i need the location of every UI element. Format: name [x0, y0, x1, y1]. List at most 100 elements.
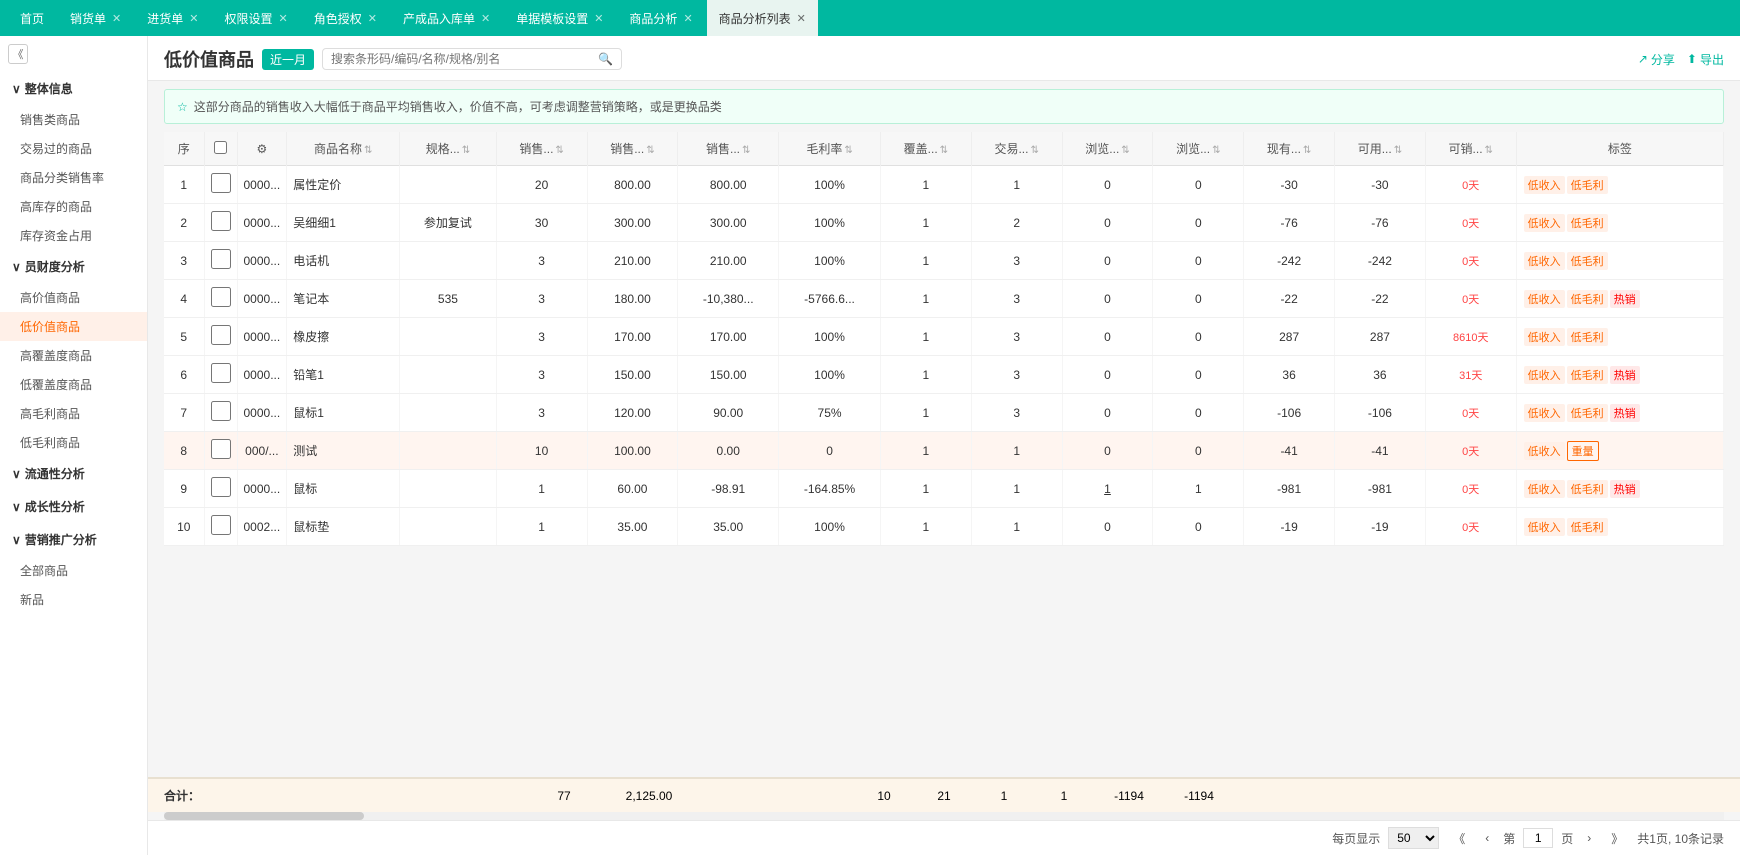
nav-close-permissions[interactable]: ✕ — [279, 12, 288, 25]
cell-checkbox[interactable] — [204, 394, 237, 432]
cell-browse2: 0 — [1153, 432, 1244, 470]
cell-checkbox[interactable] — [204, 432, 237, 470]
page-header: 低价值商品 近一月 🔍 ↗ 分享 ⬆ 导出 — [148, 36, 1740, 81]
col-gross-margin[interactable]: 毛利率⇅ — [779, 132, 881, 166]
cell-coverage: 1 — [880, 166, 971, 204]
cell-col2: 210.00 — [587, 242, 678, 280]
cell-gross: 75% — [779, 394, 881, 432]
cell-browse1[interactable]: 0 — [1062, 242, 1153, 280]
next-page-btn[interactable]: › — [1581, 829, 1597, 847]
nav-production[interactable]: 产成品入库单 ✕ — [391, 0, 502, 36]
cell-browse1[interactable]: 0 — [1062, 318, 1153, 356]
sidebar-item-high-value[interactable]: 高价值商品 — [0, 283, 147, 312]
col-available[interactable]: 可用...⇅ — [1335, 132, 1426, 166]
first-page-btn[interactable]: 《 — [1447, 828, 1471, 849]
col-current[interactable]: 现有...⇅ — [1244, 132, 1335, 166]
sidebar-group-circulation[interactable]: ∨ 流通性分析 — [0, 457, 147, 490]
settings-icon[interactable]: ⚙ — [256, 142, 267, 156]
sidebar-item-inventory-capital[interactable]: 库存资金占用 — [0, 221, 147, 250]
total-info: 共1页, 10条记录 — [1637, 830, 1724, 847]
time-tag-btn[interactable]: 近一月 — [262, 49, 314, 70]
total-values: 77 2,125.00 10 21 1 1 -1194 -1194 — [244, 789, 1724, 803]
sidebar-item-category-sales-rate[interactable]: 商品分类销售率 — [0, 163, 147, 192]
nav-close-analysis-list[interactable]: ✕ — [797, 12, 806, 25]
select-all-checkbox[interactable] — [214, 141, 227, 154]
search-input[interactable] — [331, 52, 594, 66]
nav-close-role[interactable]: ✕ — [368, 12, 377, 25]
col-browse2[interactable]: 浏览...⇅ — [1153, 132, 1244, 166]
nav-purchase-order[interactable]: 进货单 ✕ — [135, 0, 210, 36]
sidebar-item-low-coverage[interactable]: 低覆盖度商品 — [0, 370, 147, 399]
col-spec[interactable]: 规格...⇅ — [400, 132, 497, 166]
sidebar-item-high-margin[interactable]: 高毛利商品 — [0, 399, 147, 428]
prev-page-btn[interactable]: ‹ — [1479, 829, 1495, 847]
sidebar-item-high-coverage[interactable]: 高覆盖度商品 — [0, 341, 147, 370]
horizontal-scrollbar[interactable] — [164, 812, 1724, 820]
col-browse1[interactable]: 浏览...⇅ — [1062, 132, 1153, 166]
tag-label: 低收入 — [1524, 518, 1565, 536]
cell-browse1[interactable]: 0 — [1062, 508, 1153, 546]
nav-role-auth[interactable]: 角色授权 ✕ — [302, 0, 389, 36]
sidebar-item-all-products[interactable]: 全部商品 — [0, 556, 147, 585]
export-btn[interactable]: ⬆ 导出 — [1687, 51, 1724, 68]
col-checkbox[interactable] — [204, 132, 237, 166]
cell-checkbox[interactable] — [204, 166, 237, 204]
sidebar-item-sales-products[interactable]: 销售类商品 — [0, 105, 147, 134]
cell-trade: 3 — [971, 318, 1062, 356]
cell-coverage: 1 — [880, 242, 971, 280]
sidebar-group-marketing[interactable]: ∨ 营销推广分析 — [0, 523, 147, 556]
sidebar-item-new-products[interactable]: 新品 — [0, 585, 147, 614]
col-sales1[interactable]: 销售...⇅ — [496, 132, 587, 166]
col-coverage[interactable]: 覆盖...⇅ — [880, 132, 971, 166]
cell-browse1[interactable]: 0 — [1062, 432, 1153, 470]
cell-browse1[interactable]: 0 — [1062, 166, 1153, 204]
nav-sales-order[interactable]: 销货单 ✕ — [58, 0, 133, 36]
cell-checkbox[interactable] — [204, 508, 237, 546]
nav-close-sales[interactable]: ✕ — [112, 12, 121, 25]
nav-product-analysis-list[interactable]: 商品分析列表 ✕ — [707, 0, 818, 36]
page-number-input[interactable] — [1523, 828, 1553, 848]
col-product-name[interactable]: 商品名称⇅ — [287, 132, 400, 166]
cell-checkbox[interactable] — [204, 204, 237, 242]
col-trade[interactable]: 交易...⇅ — [971, 132, 1062, 166]
cell-checkbox[interactable] — [204, 470, 237, 508]
col-settings[interactable]: ⚙ — [237, 132, 287, 166]
nav-permissions[interactable]: 权限设置 ✕ — [212, 0, 299, 36]
nav-close-analysis[interactable]: ✕ — [683, 12, 692, 25]
cell-checkbox[interactable] — [204, 242, 237, 280]
nav-home[interactable]: 首页 — [8, 0, 56, 36]
cell-checkbox[interactable] — [204, 280, 237, 318]
cell-coverage: 1 — [880, 204, 971, 242]
nav-close-template[interactable]: ✕ — [594, 12, 603, 25]
nav-product-analysis[interactable]: 商品分析 ✕ — [617, 0, 704, 36]
nav-close-purchase[interactable]: ✕ — [189, 12, 198, 25]
table-container[interactable]: 序 ⚙ 商品名称⇅ 规格...⇅ 销售...⇅ 销售...⇅ 销售...⇅ 毛利… — [164, 132, 1724, 777]
tag-label: 低毛利 — [1567, 252, 1608, 270]
cell-browse1[interactable]: 0 — [1062, 204, 1153, 242]
cell-current: -22 — [1244, 280, 1335, 318]
share-btn[interactable]: ↗ 分享 — [1638, 51, 1675, 68]
sidebar-item-traded-products[interactable]: 交易过的商品 — [0, 134, 147, 163]
sidebar-item-low-margin[interactable]: 低毛利商品 — [0, 428, 147, 457]
col-sales3[interactable]: 销售...⇅ — [678, 132, 779, 166]
cell-browse1[interactable]: 0 — [1062, 356, 1153, 394]
cell-browse1[interactable]: 0 — [1062, 394, 1153, 432]
sidebar-group-growth[interactable]: ∨ 成长性分析 — [0, 490, 147, 523]
col-sales2[interactable]: 销售...⇅ — [587, 132, 678, 166]
cell-checkbox[interactable] — [204, 356, 237, 394]
last-page-btn[interactable]: 》 — [1605, 828, 1629, 849]
sidebar-group-financial[interactable]: ∨ 员财度分析 — [0, 250, 147, 283]
sidebar-group-overall[interactable]: ∨ 整体信息 — [0, 72, 147, 105]
nav-template[interactable]: 单据模板设置 ✕ — [504, 0, 615, 36]
sidebar-collapse-btn[interactable]: 《 — [8, 44, 28, 64]
per-page-select[interactable]: 50 100 200 — [1388, 827, 1439, 849]
cell-checkbox[interactable] — [204, 318, 237, 356]
col-sellable[interactable]: 可销...⇅ — [1425, 132, 1516, 166]
search-icon[interactable]: 🔍 — [598, 52, 613, 66]
sidebar-item-high-stock[interactable]: 高库存的商品 — [0, 192, 147, 221]
sidebar-item-low-value[interactable]: 低价值商品 — [0, 312, 147, 341]
nav-close-production[interactable]: ✕ — [481, 12, 490, 25]
scrollbar-thumb[interactable] — [164, 812, 364, 820]
cell-browse1[interactable]: 1 — [1062, 470, 1153, 508]
cell-browse1[interactable]: 0 — [1062, 280, 1153, 318]
